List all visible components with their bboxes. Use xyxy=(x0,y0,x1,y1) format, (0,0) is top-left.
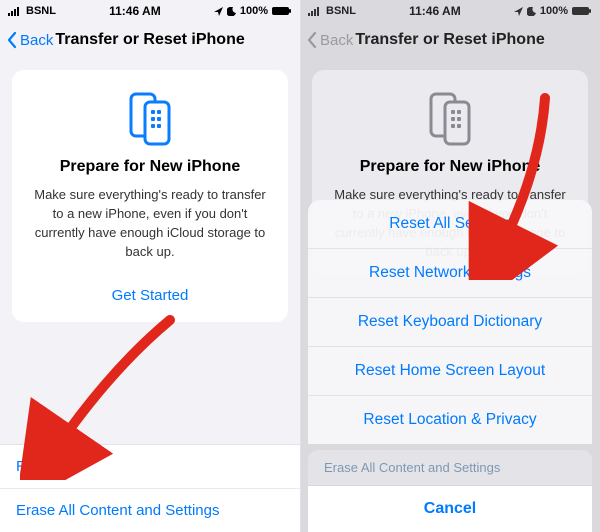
phone-screen-1: BSNL 11:46 AM 100% Back xyxy=(0,0,300,532)
dnd-moon-icon xyxy=(527,7,536,16)
battery-icon xyxy=(572,6,592,16)
battery-pct: 100% xyxy=(540,5,568,17)
action-sheet: Reset All Settings Reset Network Setting… xyxy=(300,200,600,532)
erase-row[interactable]: Erase All Content and Settings xyxy=(0,489,300,532)
reset-network-settings-option[interactable]: Reset Network Settings xyxy=(308,249,592,298)
bottom-list: Reset Erase All Content and Settings xyxy=(0,444,300,532)
reset-row[interactable]: Reset xyxy=(0,445,300,489)
back-button-dimmed: Back xyxy=(306,31,353,49)
page-title: Transfer or Reset iPhone xyxy=(53,31,294,49)
phone-screen-2: BSNL 11:46 AM 100% Back xyxy=(300,0,600,532)
carrier-label: BSNL xyxy=(26,5,56,17)
location-icon xyxy=(214,7,223,16)
chevron-left-icon xyxy=(6,31,18,49)
location-icon xyxy=(514,7,523,16)
chevron-left-icon xyxy=(306,31,318,49)
prepare-card: Prepare for New iPhone Make sure everyth… xyxy=(12,70,288,322)
ghost-erase-row: Erase All Content and Settings xyxy=(308,450,592,486)
signal-icon xyxy=(8,6,22,16)
reset-home-screen-layout-option[interactable]: Reset Home Screen Layout xyxy=(308,347,592,396)
phones-icon xyxy=(115,92,185,146)
battery-pct: 100% xyxy=(240,5,268,17)
reset-all-settings-option[interactable]: Reset All Settings xyxy=(308,200,592,249)
status-bar: BSNL 11:46 AM 100% xyxy=(0,0,300,20)
page-title: Transfer or Reset iPhone xyxy=(353,31,594,49)
nav-bar: Back Transfer or Reset iPhone xyxy=(300,20,600,60)
reset-location-privacy-option[interactable]: Reset Location & Privacy xyxy=(308,396,592,444)
status-bar: BSNL 11:46 AM 100% xyxy=(300,0,600,20)
card-heading: Prepare for New iPhone xyxy=(326,158,574,176)
card-heading: Prepare for New iPhone xyxy=(26,158,274,176)
underlying-list: Erase All Content and Settings xyxy=(308,450,592,486)
nav-bar: Back Transfer or Reset iPhone xyxy=(0,20,300,60)
card-body: Make sure everything's ready to transfer… xyxy=(26,186,274,261)
screen-divider xyxy=(300,0,301,532)
back-label: Back xyxy=(320,32,353,49)
get-started-button[interactable]: Get Started xyxy=(26,279,274,308)
cancel-button[interactable]: Cancel xyxy=(308,486,592,532)
dnd-moon-icon xyxy=(227,7,236,16)
action-sheet-options: Reset All Settings Reset Network Setting… xyxy=(308,200,592,444)
phones-icon xyxy=(415,92,485,146)
back-button[interactable]: Back xyxy=(6,31,53,49)
signal-icon xyxy=(308,6,322,16)
battery-icon xyxy=(272,6,292,16)
carrier-label: BSNL xyxy=(326,5,356,17)
time-label: 11:46 AM xyxy=(409,4,461,18)
reset-keyboard-dictionary-option[interactable]: Reset Keyboard Dictionary xyxy=(308,298,592,347)
time-label: 11:46 AM xyxy=(109,4,161,18)
back-label: Back xyxy=(20,32,53,49)
